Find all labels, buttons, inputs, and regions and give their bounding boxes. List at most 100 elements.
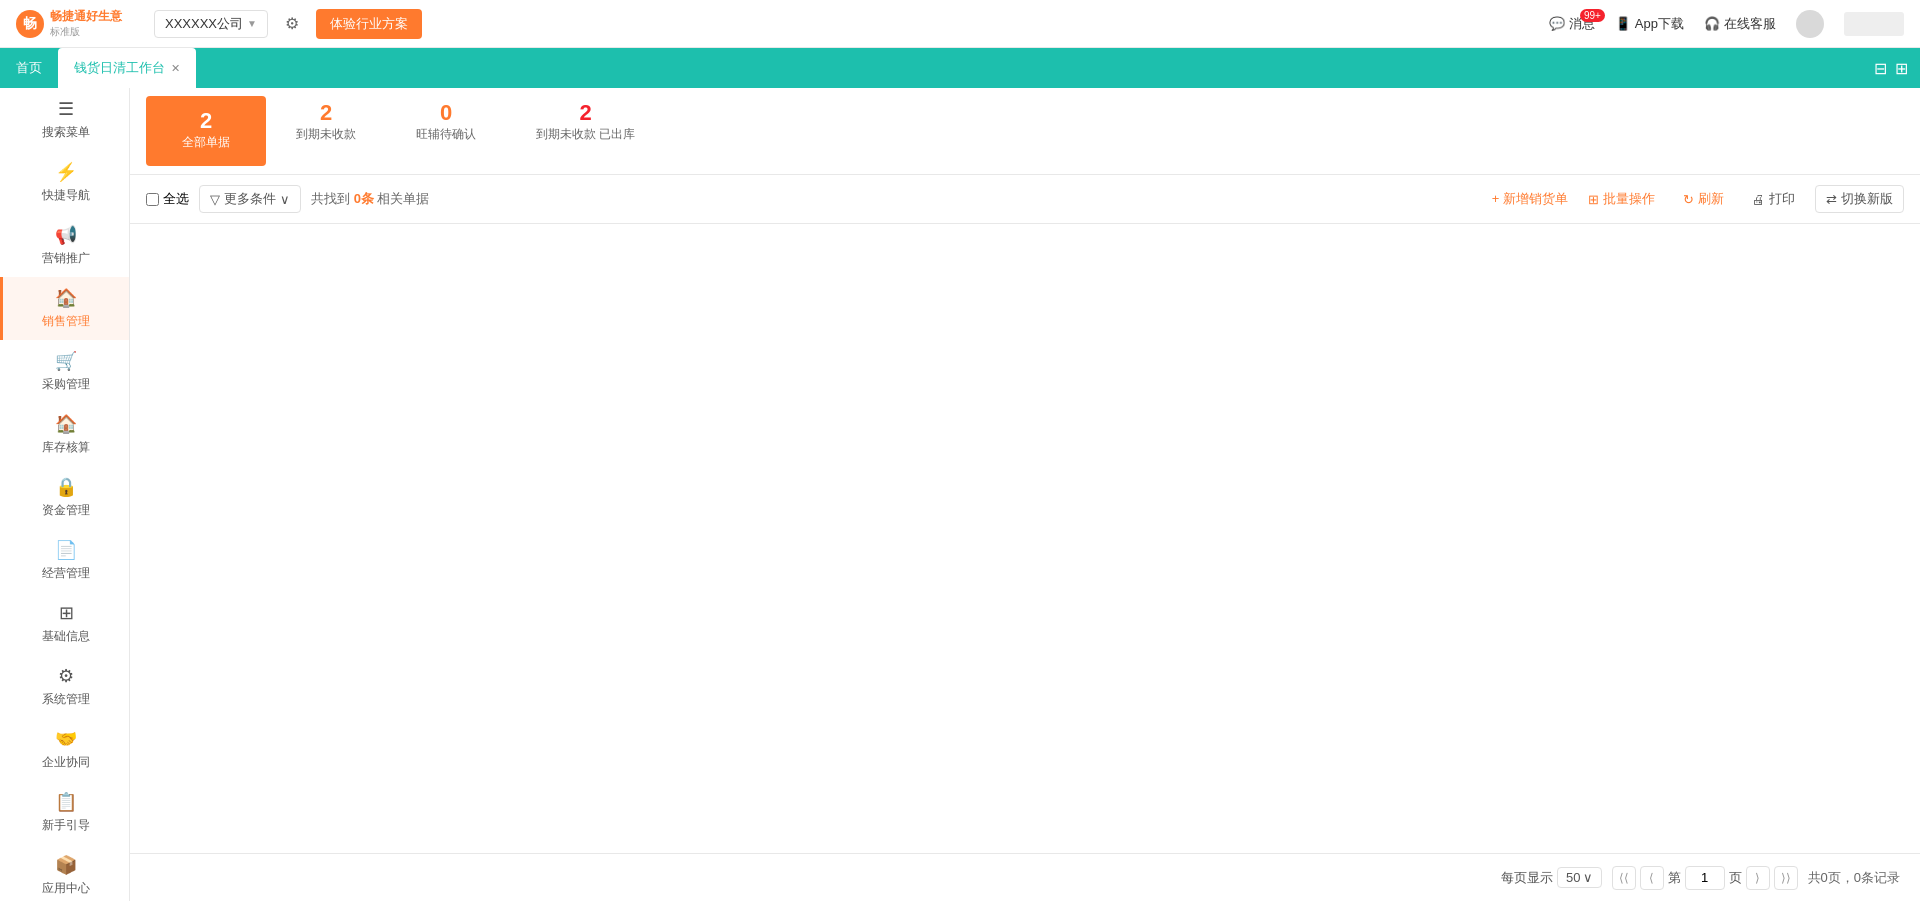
logo-title: 畅捷通好生意 xyxy=(50,8,122,25)
page-size-arrow: ∨ xyxy=(1583,870,1593,885)
batch-operation-button[interactable]: ⊞ 批量操作 xyxy=(1580,186,1663,212)
user-name[interactable] xyxy=(1844,12,1904,36)
tab-minimize-icon[interactable]: ⊟ xyxy=(1874,59,1887,78)
online-service-action[interactable]: 🎧 在线客服 xyxy=(1704,15,1776,33)
sidebar-label-basic: 基础信息 xyxy=(42,628,90,645)
page-navigation: ⟨⟨ ⟨ 第 页 ⟩ ⟩⟩ xyxy=(1612,866,1798,890)
new-order-button[interactable]: + 新增销货单 xyxy=(1492,190,1568,208)
tab-home[interactable]: 首页 xyxy=(0,48,58,88)
sidebar-item-ops[interactable]: 📄 经营管理 xyxy=(0,529,129,592)
page-total: 共0页，0条记录 xyxy=(1808,869,1900,887)
filter-label: 更多条件 xyxy=(224,190,276,208)
page-size-box[interactable]: 50 ∨ xyxy=(1557,867,1601,888)
refresh-label: 刷新 xyxy=(1698,190,1724,208)
print-button[interactable]: 🖨 打印 xyxy=(1744,186,1803,212)
switch-version-button[interactable]: ⇄ 切换新版 xyxy=(1815,185,1904,213)
stat-tab-all[interactable]: 2 全部单据 xyxy=(146,96,266,166)
company-selector[interactable]: XXXXXX公司 ▼ xyxy=(154,10,268,38)
basic-icon: ⊞ xyxy=(59,602,74,624)
tab-close-icon[interactable]: ✕ xyxy=(171,62,180,75)
sidebar-label-inventory: 库存核算 xyxy=(42,439,90,456)
top-header: 畅 畅捷通好生意 标准版 XXXXXX公司 ▼ ⚙ 体验行业方案 💬 消息 99… xyxy=(0,0,1920,48)
stat-label-pending: 旺辅待确认 xyxy=(416,126,476,143)
enterprise-icon: 🤝 xyxy=(55,728,77,750)
result-suffix: 相关单据 xyxy=(377,191,429,206)
company-dropdown-arrow: ▼ xyxy=(247,18,257,29)
stat-number-unshipped: 2 xyxy=(580,100,592,126)
sidebar-label-fund: 资金管理 xyxy=(42,502,90,519)
sidebar-item-basic[interactable]: ⊞ 基础信息 xyxy=(0,592,129,655)
sidebar-item-system[interactable]: ⚙ 系统管理 xyxy=(0,655,129,718)
stat-label-overdue: 到期未收款 xyxy=(296,126,356,143)
ops-icon: 📄 xyxy=(55,539,77,561)
logo-text-group: 畅捷通好生意 标准版 xyxy=(50,8,122,39)
select-all-input[interactable] xyxy=(146,193,159,206)
sidebar-label-purchase: 采购管理 xyxy=(42,376,90,393)
tab-workbench-label: 钱货日清工作台 xyxy=(74,59,165,77)
sidebar-label-marketing: 营销推广 xyxy=(42,250,90,267)
stat-number-pending: 0 xyxy=(440,100,452,126)
filter-button[interactable]: ▽ 更多条件 ∨ xyxy=(199,185,301,213)
refresh-button[interactable]: ↻ 刷新 xyxy=(1675,186,1732,212)
message-action[interactable]: 💬 消息 99+ xyxy=(1549,15,1595,33)
page-first-button[interactable]: ⟨⟨ xyxy=(1612,866,1636,890)
switch-label: 切换新版 xyxy=(1841,190,1893,208)
tab-maximize-icon[interactable]: ⊞ xyxy=(1895,59,1908,78)
page-prev-button[interactable]: ⟨ xyxy=(1640,866,1664,890)
tab-home-label: 首页 xyxy=(16,59,42,77)
stat-tab-pending[interactable]: 0 旺辅待确认 xyxy=(386,88,506,174)
table-area xyxy=(130,224,1920,853)
sidebar-item-enterprise[interactable]: 🤝 企业协同 xyxy=(0,718,129,781)
sidebar-item-purchase[interactable]: 🛒 采购管理 xyxy=(0,340,129,403)
sidebar-label-quick-nav: 快捷导航 xyxy=(42,187,90,204)
page-size-selector[interactable]: 每页显示 50 ∨ xyxy=(1501,867,1601,888)
stat-tab-overdue[interactable]: 2 到期未收款 xyxy=(266,88,386,174)
sidebar: ☰ 搜索菜单 ⚡ 快捷导航 📢 营销推广 🏠 销售管理 🛒 采购管理 🏠 库存核… xyxy=(0,88,130,901)
page-number-input[interactable] xyxy=(1685,866,1725,890)
logo-badge: 标准版 xyxy=(50,25,122,39)
sidebar-label-system: 系统管理 xyxy=(42,691,90,708)
stat-label-unshipped: 到期未收款 已出库 xyxy=(536,126,635,143)
tab-workbench[interactable]: 钱货日清工作台 ✕ xyxy=(58,48,196,88)
sidebar-item-app-center[interactable]: 📦 应用中心 xyxy=(0,844,129,901)
print-icon: 🖨 xyxy=(1752,192,1765,207)
avatar[interactable] xyxy=(1796,10,1824,38)
sidebar-label-newbie: 新手引导 xyxy=(42,817,90,834)
page-suffix: 页 xyxy=(1729,869,1742,887)
sidebar-item-newbie[interactable]: 📋 新手引导 xyxy=(0,781,129,844)
stat-tab-unshipped[interactable]: 2 到期未收款 已出库 xyxy=(506,88,665,174)
select-all-checkbox[interactable]: 全选 xyxy=(146,190,189,208)
filter-arrow: ∨ xyxy=(280,192,290,207)
sidebar-item-fund[interactable]: 🔒 资金管理 xyxy=(0,466,129,529)
toolbar-right: + 新增销货单 ⊞ 批量操作 ↻ 刷新 🖨 打印 ⇄ 切换新版 xyxy=(1492,185,1904,213)
sidebar-label-app-center: 应用中心 xyxy=(42,880,90,897)
batch-icon: ⊞ xyxy=(1588,192,1599,207)
app-download-action[interactable]: 📱 App下载 xyxy=(1615,15,1684,33)
online-service-label: 在线客服 xyxy=(1724,15,1776,33)
page-next-button[interactable]: ⟩ xyxy=(1746,866,1770,890)
sidebar-item-marketing[interactable]: 📢 营销推广 xyxy=(0,214,129,277)
logo-icon: 畅 xyxy=(16,10,44,38)
sidebar-item-search-menu[interactable]: ☰ 搜索菜单 xyxy=(0,88,129,151)
system-icon: ⚙ xyxy=(58,665,74,687)
main-content: 2 全部单据 2 到期未收款 0 旺辅待确认 2 到期未收款 已出库 全选 xyxy=(130,88,1920,901)
toolbar: 全选 ▽ 更多条件 ∨ 共找到 0条 相关单据 + 新增销货单 ⊞ 批量操作 xyxy=(130,175,1920,224)
stat-number-overdue: 2 xyxy=(320,100,332,126)
tab-bar-actions: ⊟ ⊞ xyxy=(1874,59,1920,78)
service-icon: 🎧 xyxy=(1704,16,1720,31)
settings-button[interactable]: ⚙ xyxy=(276,8,308,40)
page-size-value: 50 xyxy=(1566,870,1580,885)
sidebar-item-sales[interactable]: 🏠 销售管理 xyxy=(0,277,129,340)
switch-icon: ⇄ xyxy=(1826,192,1837,207)
page-last-button[interactable]: ⟩⟩ xyxy=(1774,866,1798,890)
sidebar-label-search-menu: 搜索菜单 xyxy=(42,124,90,141)
sidebar-item-quick-nav[interactable]: ⚡ 快捷导航 xyxy=(0,151,129,214)
per-page-label: 每页显示 xyxy=(1501,869,1553,887)
result-text: 共找到 0条 相关单据 xyxy=(311,190,429,208)
inventory-icon: 🏠 xyxy=(55,413,77,435)
main-layout: ☰ 搜索菜单 ⚡ 快捷导航 📢 营销推广 🏠 销售管理 🛒 采购管理 🏠 库存核… xyxy=(0,88,1920,901)
experience-btn[interactable]: 体验行业方案 xyxy=(316,9,422,39)
stat-label-all: 全部单据 xyxy=(182,134,230,151)
sidebar-item-inventory[interactable]: 🏠 库存核算 xyxy=(0,403,129,466)
print-label: 打印 xyxy=(1769,190,1795,208)
